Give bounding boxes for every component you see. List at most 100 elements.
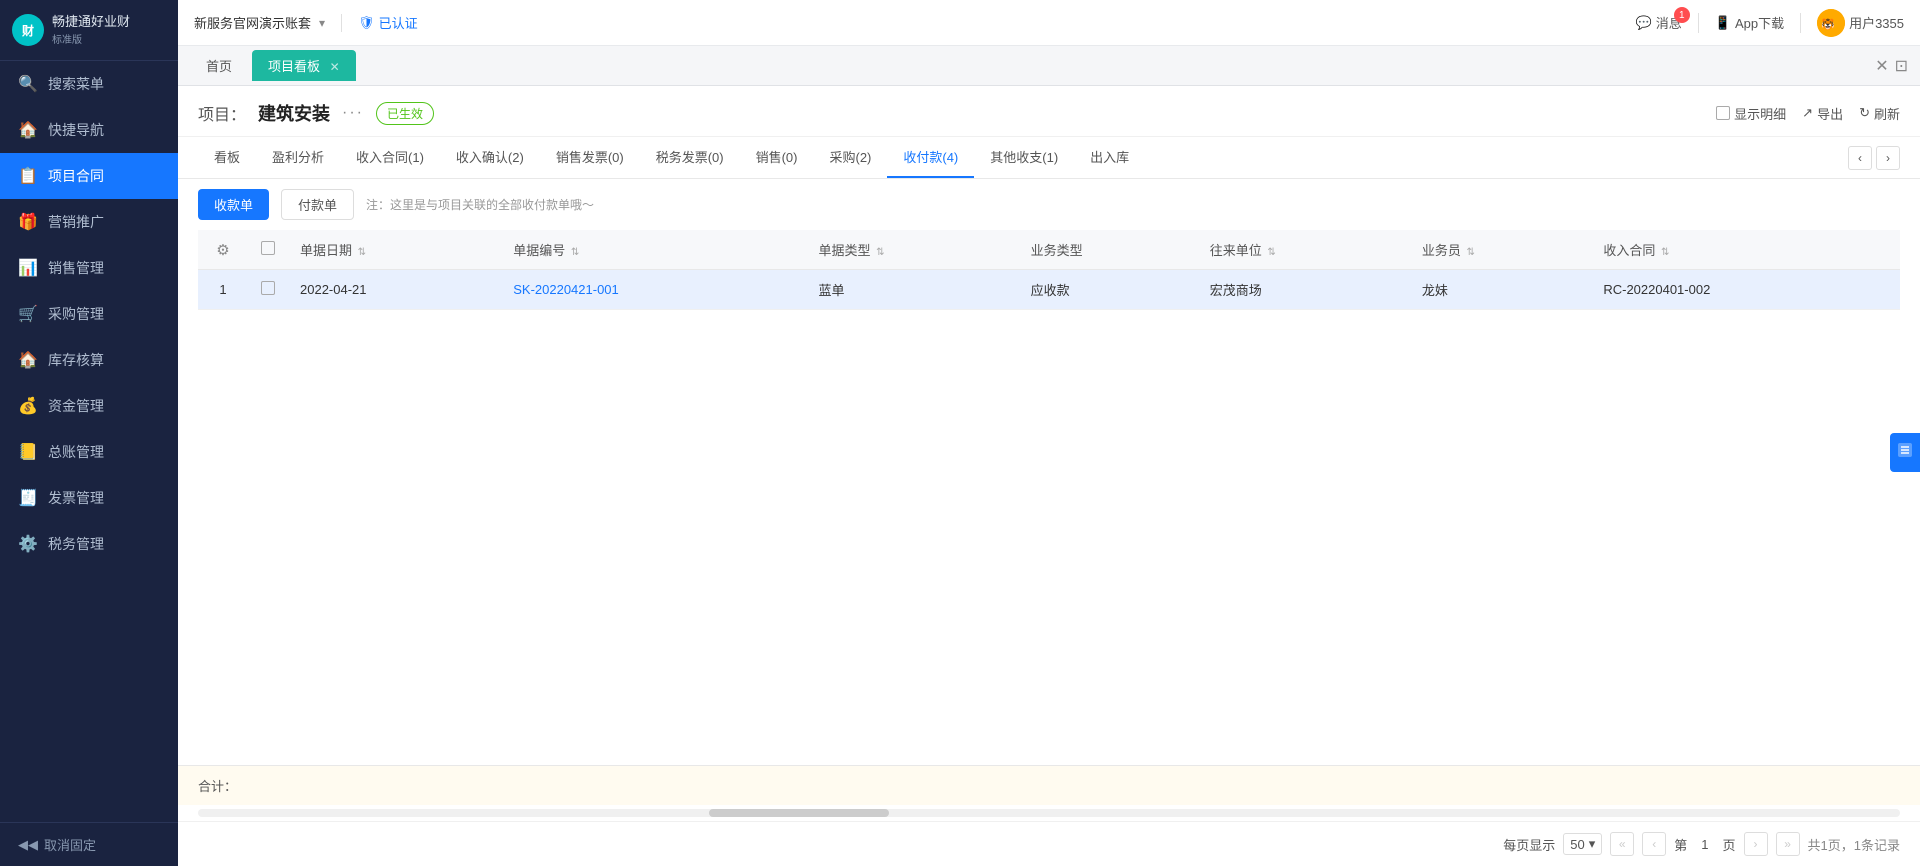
- table-header-row: ⚙ 单据日期 ⇅ 单据编号 ⇅: [198, 230, 1900, 270]
- phone-icon: 📱: [1715, 15, 1731, 31]
- first-page-btn[interactable]: «: [1610, 832, 1634, 856]
- app-title-block: 畅捷通好业财 标准版: [52, 14, 130, 46]
- td-check[interactable]: [248, 270, 288, 310]
- td-date: 2022-04-21: [288, 270, 501, 310]
- sort-partner-icon: ⇅: [1267, 247, 1275, 258]
- subtab-receipt[interactable]: 收付款(4): [887, 137, 974, 178]
- subtab-profit[interactable]: 盈利分析: [256, 137, 340, 178]
- app-subtitle: 标准版: [52, 31, 130, 46]
- subtab-sales-invoice[interactable]: 销售发票(0): [540, 137, 640, 178]
- window-close-icon[interactable]: ✕: [1875, 56, 1888, 76]
- per-page-select[interactable]: 50 ▾: [1563, 833, 1602, 855]
- status-badge: 已生效: [376, 102, 434, 125]
- unpin-label: 取消固定: [44, 835, 96, 854]
- user-name: 用户3355: [1849, 13, 1904, 32]
- column-settings-icon[interactable]: ⚙: [216, 242, 229, 259]
- unpin-icon: ◀◀: [18, 837, 38, 853]
- tab-project-board[interactable]: 项目看板 ✕: [252, 50, 356, 81]
- sidebar-item-purchase[interactable]: 🛒 采购管理: [0, 291, 178, 337]
- message-action[interactable]: 💬 消息 1: [1636, 13, 1682, 32]
- scrollbar-thumb[interactable]: [709, 809, 889, 817]
- th-income-contract[interactable]: 收入合同 ⇅: [1591, 230, 1900, 270]
- th-gear[interactable]: ⚙: [198, 230, 248, 270]
- user-action[interactable]: 🐯 用户3355: [1817, 9, 1904, 37]
- sidebar-label-purchase: 采购管理: [48, 304, 104, 324]
- home-icon: 🏠: [18, 120, 38, 140]
- th-type[interactable]: 单据类型 ⇅: [806, 230, 1018, 270]
- sidebar-item-marketing[interactable]: 🎁 营销推广: [0, 199, 178, 245]
- sort-salesperson-icon: ⇅: [1466, 247, 1474, 258]
- td-biz-type: 应收款: [1019, 270, 1198, 310]
- horizontal-scrollbar[interactable]: [198, 809, 1900, 817]
- select-all-checkbox[interactable]: [261, 241, 275, 255]
- subtabs: 看板 盈利分析 收入合同(1) 收入确认(2) 销售发票(0) 税务发票(0) …: [178, 137, 1920, 179]
- payment-filter-btn[interactable]: 付款单: [281, 189, 354, 220]
- sales-icon: 📊: [18, 258, 38, 278]
- sidebar-item-sales[interactable]: 📊 销售管理: [0, 245, 178, 291]
- export-action[interactable]: ↗ 导出: [1802, 104, 1843, 123]
- sidebar-label-capital: 资金管理: [48, 396, 104, 416]
- row-checkbox[interactable]: [261, 281, 275, 295]
- sidebar-item-inventory[interactable]: 🏠 库存核算: [0, 337, 178, 383]
- more-options-icon[interactable]: ···: [342, 104, 364, 122]
- sidebar-item-capital[interactable]: 💰 资金管理: [0, 383, 178, 429]
- sidebar-label-search: 搜索菜单: [48, 74, 104, 94]
- subtab-in-out[interactable]: 出入库: [1074, 137, 1145, 178]
- subtab-next-btn[interactable]: ›: [1876, 146, 1900, 170]
- subtab-sales[interactable]: 销售(0): [740, 137, 814, 178]
- subtab-board[interactable]: 看板: [198, 137, 256, 178]
- sidebar-item-project[interactable]: 📋 项目合同: [0, 153, 178, 199]
- sidebar-item-search[interactable]: 🔍 搜索菜单: [0, 61, 178, 107]
- td-number[interactable]: SK-20220421-001: [501, 270, 806, 310]
- main-area: 新服务官网演示账套 ▾ 🛡 已认证 💬 消息 1 📱 App下载: [178, 0, 1920, 866]
- sidebar-item-ledger[interactable]: 📒 总账管理: [0, 429, 178, 475]
- svg-text:财: 财: [21, 23, 34, 38]
- sidebar-footer-unpin[interactable]: ◀◀ 取消固定: [0, 822, 178, 866]
- sidebar-item-shortcut[interactable]: 🏠 快捷导航: [0, 107, 178, 153]
- subtab-income-contract[interactable]: 收入合同(1): [340, 137, 440, 178]
- sidebar-label-tax: 税务管理: [48, 534, 104, 554]
- sidebar-item-tax[interactable]: ⚙️ 税务管理: [0, 521, 178, 567]
- subtab-other-expense[interactable]: 其他收支(1): [974, 137, 1074, 178]
- app-download-action[interactable]: 📱 App下载: [1715, 13, 1784, 32]
- export-icon: ↗: [1802, 105, 1813, 121]
- sidebar-label-sales: 销售管理: [48, 258, 104, 278]
- page-prefix-label: 第: [1674, 835, 1687, 854]
- right-float-button[interactable]: [1890, 433, 1920, 472]
- message-icon: 💬: [1636, 15, 1652, 31]
- th-partner[interactable]: 往来单位 ⇅: [1198, 230, 1410, 270]
- sidebar-label-inventory: 库存核算: [48, 350, 104, 370]
- window-expand-icon[interactable]: ⊡: [1895, 56, 1908, 76]
- account-dropdown-icon[interactable]: ▾: [319, 16, 325, 30]
- topbar: 新服务官网演示账套 ▾ 🛡 已认证 💬 消息 1 📱 App下载: [178, 0, 1920, 46]
- receipt-filter-btn[interactable]: 收款单: [198, 189, 269, 220]
- project-header: 项目： 建筑安装 ··· 已生效 显示明细 ↗ 导出 ↻ 刷新: [178, 86, 1920, 137]
- topbar-divider-1: [1698, 13, 1699, 33]
- th-check[interactable]: [248, 230, 288, 270]
- search-icon: 🔍: [18, 74, 38, 94]
- ledger-icon: 📒: [18, 442, 38, 462]
- tab-home[interactable]: 首页: [190, 50, 248, 81]
- subtab-purchase[interactable]: 采购(2): [813, 137, 887, 178]
- sidebar: 财 畅捷通好业财 标准版 🔍 搜索菜单 🏠 快捷导航 📋 项目合同 🎁 营销推广…: [0, 0, 178, 866]
- th-date[interactable]: 单据日期 ⇅: [288, 230, 501, 270]
- shield-icon: 🛡: [358, 15, 375, 31]
- prev-page-btn[interactable]: ‹: [1642, 832, 1666, 856]
- tab-close-icon[interactable]: ✕: [330, 60, 340, 74]
- last-page-btn[interactable]: »: [1776, 832, 1800, 856]
- show-detail-checkbox[interactable]: [1716, 106, 1730, 120]
- subtab-tax-invoice[interactable]: 税务发票(0): [640, 137, 740, 178]
- account-name: 新服务官网演示账套: [194, 13, 311, 32]
- refresh-label: 刷新: [1874, 104, 1900, 123]
- show-detail-action[interactable]: 显示明细: [1716, 104, 1786, 123]
- row-number-link[interactable]: SK-20220421-001: [513, 282, 619, 297]
- sidebar-item-invoice[interactable]: 🧾 发票管理: [0, 475, 178, 521]
- next-page-btn[interactable]: ›: [1744, 832, 1768, 856]
- tabbar: 首页 项目看板 ✕ ✕ ⊡: [178, 46, 1920, 86]
- th-number[interactable]: 单据编号 ⇅: [501, 230, 806, 270]
- th-salesperson[interactable]: 业务员 ⇅: [1410, 230, 1592, 270]
- subtab-prev-btn[interactable]: ‹: [1848, 146, 1872, 170]
- subtab-income-confirm[interactable]: 收入确认(2): [440, 137, 540, 178]
- refresh-action[interactable]: ↻ 刷新: [1859, 104, 1900, 123]
- table-row: 1 2022-04-21 SK-20220421-001 蓝单: [198, 270, 1900, 310]
